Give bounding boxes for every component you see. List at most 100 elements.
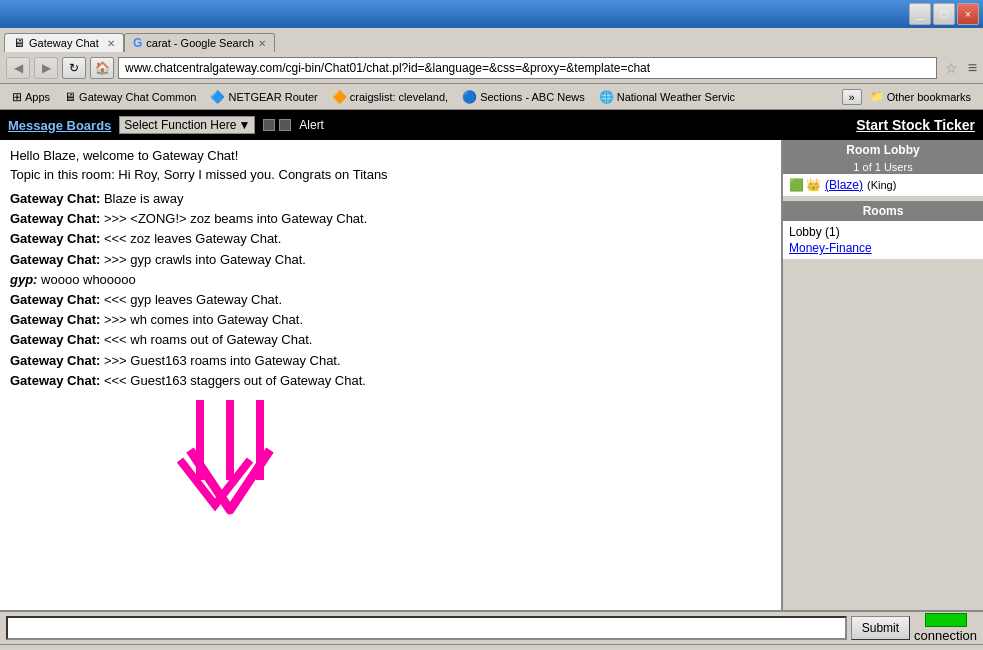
forward-button[interactable]: ▶	[34, 57, 58, 79]
sender-6: Gateway Chat:	[10, 292, 100, 307]
user-role-label: (King)	[867, 179, 896, 191]
bookmark-craigslist-label: craigslist: cleveland,	[350, 91, 448, 103]
text-4: >>> gyp crawls into Gateway Chat.	[104, 252, 306, 267]
lobby-paren: )	[836, 225, 840, 239]
more-bookmarks-button[interactable]: »	[842, 89, 862, 105]
chat-line-1: Gateway Chat: Blaze is away	[10, 190, 771, 208]
main-area: Hello Blaze, welcome to Gateway Chat! To…	[0, 140, 983, 610]
welcome-message: Hello Blaze, welcome to Gateway Chat!	[10, 148, 771, 163]
netgear-icon: 🔷	[210, 90, 225, 104]
money-finance-link[interactable]: Money-Finance	[789, 241, 977, 255]
sender-3: Gateway Chat:	[10, 231, 100, 246]
text-2: >>> <ZONG!> zoz beams into Gateway Chat.	[104, 211, 367, 226]
folder-icon: 📁	[870, 90, 884, 103]
bookmarks-bar: ⊞ Apps 🖥 Gateway Chat Common 🔷 NETGEAR R…	[0, 84, 983, 110]
refresh-button[interactable]: ↻	[62, 57, 86, 79]
chat-messages: Hello Blaze, welcome to Gateway Chat! To…	[0, 140, 783, 610]
connection-status: connection	[914, 613, 977, 643]
tab-close-google[interactable]: ✕	[258, 38, 266, 49]
select-function-label: Select Function Here	[124, 118, 236, 132]
message-boards-link[interactable]: Message Boards	[8, 118, 111, 133]
text-3: <<< zoz leaves Gateway Chat.	[104, 231, 281, 246]
rooms-header: Rooms	[783, 201, 983, 221]
text-8: <<< wh roams out of Gateway Chat.	[104, 332, 312, 347]
sender-9: Gateway Chat:	[10, 353, 100, 368]
bookmark-abc-news[interactable]: 🔵 Sections - ABC News	[456, 89, 591, 105]
checkbox-1[interactable]	[263, 119, 275, 131]
chat-input[interactable]	[6, 616, 847, 640]
checkbox-2[interactable]	[279, 119, 291, 131]
rooms-list: Lobby (1) Money-Finance	[783, 221, 983, 259]
bookmark-weather[interactable]: 🌐 National Weather Servic	[593, 89, 741, 105]
chat-toolbar: Message Boards Select Function Here ▼ Al…	[0, 110, 983, 140]
chat-line-7: Gateway Chat: >>> wh comes into Gateway …	[10, 311, 771, 329]
back-button[interactable]: ◀	[6, 57, 30, 79]
title-bar: _ □ ×	[0, 0, 983, 28]
tab-icon-gateway: 🖥	[13, 36, 25, 50]
other-bookmarks[interactable]: 📁 Other bookmarks	[864, 89, 977, 104]
user-item-blaze: 🟩 👑 (Blaze) (King)	[783, 174, 983, 197]
bookmark-craigslist[interactable]: 🔶 craigslist: cleveland,	[326, 89, 454, 105]
lobby-room-label: Lobby (	[789, 225, 829, 239]
tab-close-gateway[interactable]: ✕	[107, 38, 115, 49]
browser-menu-icon[interactable]: ≡	[968, 59, 977, 77]
sender-2: Gateway Chat:	[10, 211, 100, 226]
sender-8: Gateway Chat:	[10, 332, 100, 347]
text-6: <<< gyp leaves Gateway Chat.	[104, 292, 282, 307]
craigslist-icon: 🔶	[332, 90, 347, 104]
alert-checkboxes	[263, 119, 291, 131]
weather-icon: 🌐	[599, 90, 614, 104]
window-controls[interactable]: _ □ ×	[909, 3, 979, 25]
tab-icon-google: G	[133, 36, 142, 50]
submit-button[interactable]: Submit	[851, 616, 910, 640]
user-status-icon: 🟩	[789, 178, 804, 192]
topic-message: Topic in this room: Hi Roy, Sorry I miss…	[10, 167, 771, 182]
pink-arrow-annotation	[150, 400, 290, 520]
home-button[interactable]: 🏠	[90, 57, 114, 79]
bookmark-gateway-label: Gateway Chat Common	[79, 91, 196, 103]
address-bar[interactable]: www.chatcentralgateway.com/cgi-bin/Chat0…	[118, 57, 937, 79]
chat-line-9: Gateway Chat: >>> Guest163 roams into Ga…	[10, 352, 771, 370]
room-lobby-item: Lobby (1)	[789, 225, 977, 239]
lobby-count: 1	[829, 225, 836, 239]
input-bar: Submit connection	[0, 610, 983, 644]
sender-7: Gateway Chat:	[10, 312, 100, 327]
text-7: >>> wh comes into Gateway Chat.	[104, 312, 303, 327]
tab-google-search[interactable]: G carat - Google Search ✕	[124, 33, 275, 52]
tab-gateway-chat[interactable]: 🖥 Gateway Chat ✕	[4, 33, 124, 52]
user-rank-icon: 👑	[806, 178, 821, 192]
abc-icon: 🔵	[462, 90, 477, 104]
users-count: 1 of 1 Users	[783, 160, 983, 174]
bookmark-apps[interactable]: ⊞ Apps	[6, 89, 56, 105]
minimize-button[interactable]: _	[909, 3, 931, 25]
user-link-blaze[interactable]: (Blaze)	[825, 178, 863, 192]
text-10: <<< Guest163 staggers out of Gateway Cha…	[104, 373, 366, 388]
connection-label: connection	[914, 628, 977, 643]
dropdown-arrow-icon: ▼	[238, 118, 250, 132]
chat-line-6: Gateway Chat: <<< gyp leaves Gateway Cha…	[10, 291, 771, 309]
apps-icon: ⊞	[12, 90, 22, 104]
chat-line-5: gyp: woooo whooooo	[10, 271, 771, 289]
sender-10: Gateway Chat:	[10, 373, 100, 388]
maximize-button[interactable]: □	[933, 3, 955, 25]
sender-1: Gateway Chat:	[10, 191, 100, 206]
start-stock-ticker-link[interactable]: Start Stock Ticker	[856, 117, 975, 133]
sidebar: Room Lobby 1 of 1 Users 🟩 👑 (Blaze) (Kin…	[783, 140, 983, 610]
address-text: www.chatcentralgateway.com/cgi-bin/Chat0…	[125, 61, 650, 75]
tabs-wrapper: 🖥 Gateway Chat ✕ G carat - Google Search…	[0, 28, 983, 52]
gateway-icon: 🖥	[64, 90, 76, 104]
bookmark-netgear-label: NETGEAR Router	[228, 91, 317, 103]
chat-line-8: Gateway Chat: <<< wh roams out of Gatewa…	[10, 331, 771, 349]
other-bookmarks-label: Other bookmarks	[887, 91, 971, 103]
alert-label: Alert	[299, 118, 324, 132]
bookmark-netgear[interactable]: 🔷 NETGEAR Router	[204, 89, 323, 105]
bookmark-abc-label: Sections - ABC News	[480, 91, 585, 103]
chat-line-10: Gateway Chat: <<< Guest163 staggers out …	[10, 372, 771, 390]
connection-indicator	[925, 613, 967, 627]
chat-line-2: Gateway Chat: >>> <ZONG!> zoz beams into…	[10, 210, 771, 228]
bookmark-gateway-common[interactable]: 🖥 Gateway Chat Common	[58, 89, 202, 105]
text-1: Blaze is away	[104, 191, 183, 206]
select-function-dropdown[interactable]: Select Function Here ▼	[119, 116, 255, 134]
bookmark-star-icon[interactable]: ☆	[945, 60, 958, 76]
close-button[interactable]: ×	[957, 3, 979, 25]
